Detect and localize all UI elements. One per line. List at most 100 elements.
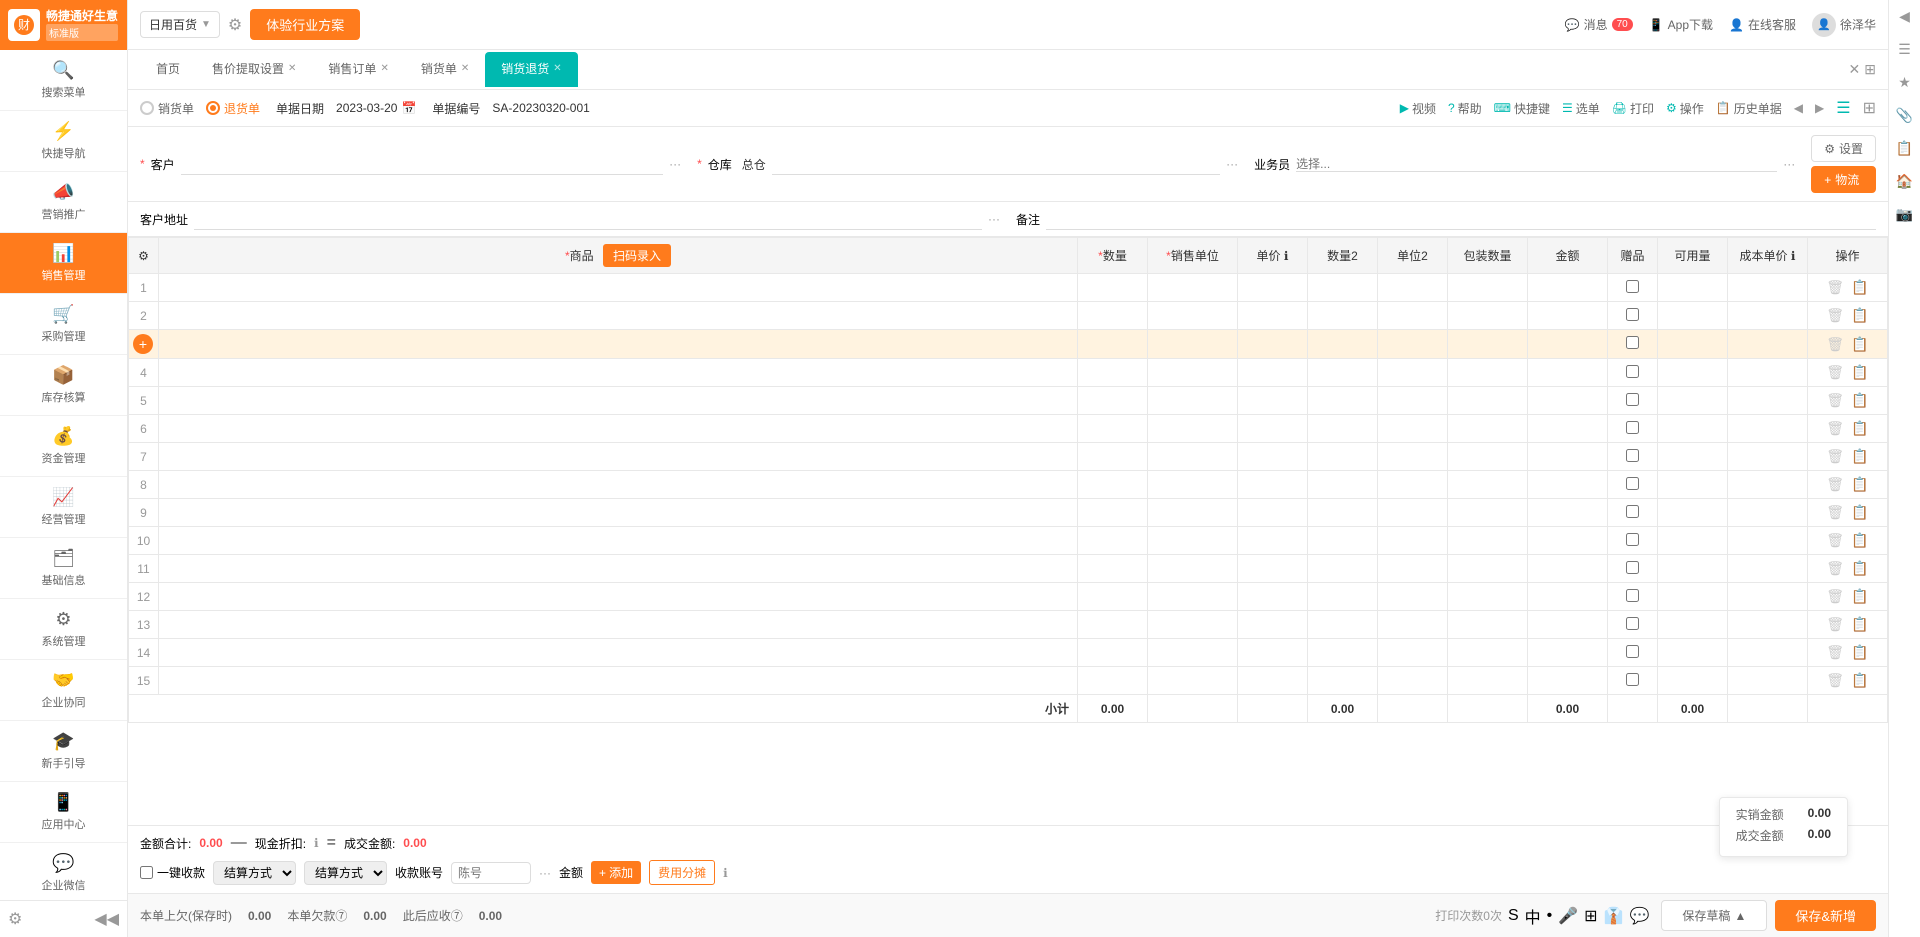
available-cell-2[interactable]: [1658, 302, 1728, 330]
cost-price-cell-5[interactable]: [1728, 387, 1808, 415]
sidebar-item-12[interactable]: 📱应用中心: [0, 782, 127, 843]
quantity-cell-12[interactable]: [1078, 583, 1148, 611]
pack-qty-cell-12[interactable]: [1448, 583, 1528, 611]
available-cell-10[interactable]: [1658, 527, 1728, 555]
gift-checkbox-2[interactable]: [1626, 308, 1639, 321]
copy-icon-9[interactable]: 📋: [1851, 504, 1868, 520]
delete-icon-13[interactable]: 🗑: [1826, 616, 1844, 632]
product-cell-9[interactable]: [159, 499, 1078, 527]
cost-price-cell-1[interactable]: [1728, 274, 1808, 302]
available-cell-15[interactable]: [1658, 667, 1728, 695]
product-cell-7[interactable]: [159, 443, 1078, 471]
gift-checkbox-12[interactable]: [1626, 589, 1639, 602]
unit2-cell-8[interactable]: [1378, 471, 1448, 499]
sidebar-item-8[interactable]: 🗂基础信息: [0, 538, 127, 599]
warehouse-dots[interactable]: ···: [1226, 157, 1238, 171]
cost-price-cell-2[interactable]: [1728, 302, 1808, 330]
quantity-cell-9[interactable]: [1078, 499, 1148, 527]
sidebar-item-2[interactable]: 📣营销推广: [0, 172, 127, 233]
quantity2-cell-1[interactable]: [1308, 274, 1378, 302]
sale-unit-cell-6[interactable]: [1148, 415, 1238, 443]
tab-close-4[interactable]: ✕: [553, 63, 561, 74]
unit2-cell-15[interactable]: [1378, 667, 1448, 695]
gift-cell-3[interactable]: [1608, 330, 1658, 359]
sale-unit-cell-10[interactable]: [1148, 527, 1238, 555]
available-cell-1[interactable]: [1658, 274, 1728, 302]
unit2-cell-5[interactable]: [1378, 387, 1448, 415]
product-cell-4[interactable]: [159, 359, 1078, 387]
unit2-cell-12[interactable]: [1378, 583, 1448, 611]
product-cell-5[interactable]: [159, 387, 1078, 415]
tab-4[interactable]: 销货退货✕: [485, 52, 577, 87]
sidebar-item-3[interactable]: 📊销售管理: [0, 233, 127, 294]
sale-unit-cell-4[interactable]: [1148, 359, 1238, 387]
gift-cell-15[interactable]: [1608, 667, 1658, 695]
quantity-cell-11[interactable]: [1078, 555, 1148, 583]
cost-price-cell-4[interactable]: [1728, 359, 1808, 387]
gift-checkbox-14[interactable]: [1626, 645, 1639, 658]
quantity2-cell-9[interactable]: [1308, 499, 1378, 527]
quantity2-cell-12[interactable]: [1308, 583, 1378, 611]
gift-checkbox-1[interactable]: [1626, 280, 1639, 293]
cost-price-cell-15[interactable]: [1728, 667, 1808, 695]
product-cell-6[interactable]: [159, 415, 1078, 443]
quantity-cell-1[interactable]: [1078, 274, 1148, 302]
amount-cell-15[interactable]: [1528, 667, 1608, 695]
quantity2-cell-14[interactable]: [1308, 639, 1378, 667]
product-cell-12[interactable]: [159, 583, 1078, 611]
calendar-icon[interactable]: 📅: [401, 101, 416, 115]
available-cell-6[interactable]: [1658, 415, 1728, 443]
sale-unit-cell-1[interactable]: [1148, 274, 1238, 302]
delete-icon-2[interactable]: 🗑: [1826, 307, 1844, 323]
gift-checkbox-3[interactable]: [1626, 336, 1639, 349]
tab-close-3[interactable]: ✕: [461, 63, 469, 74]
delete-icon-4[interactable]: 🗑: [1826, 364, 1844, 380]
amount-cell-10[interactable]: [1528, 527, 1608, 555]
pack-qty-cell-5[interactable]: [1448, 387, 1528, 415]
delete-icon-12[interactable]: 🗑: [1826, 588, 1844, 604]
quantity2-cell-13[interactable]: [1308, 611, 1378, 639]
quantity2-cell-15[interactable]: [1308, 667, 1378, 695]
gift-cell-8[interactable]: [1608, 471, 1658, 499]
pack-qty-cell-1[interactable]: [1448, 274, 1528, 302]
unit-price-cell-6[interactable]: [1238, 415, 1308, 443]
gift-checkbox-8[interactable]: [1626, 477, 1639, 490]
amount-cell-8[interactable]: [1528, 471, 1608, 499]
sidebar-item-5[interactable]: 📦库存核算: [0, 355, 127, 416]
amount-cell-7[interactable]: [1528, 443, 1608, 471]
sidebar-collapse-icon[interactable]: ◀◀: [94, 909, 119, 929]
delete-icon-11[interactable]: 🗑: [1826, 560, 1844, 576]
online-service-btn[interactable]: 👤 在线客服: [1729, 16, 1796, 33]
unit-price-cell-12[interactable]: [1238, 583, 1308, 611]
right-panel-icon-5[interactable]: 📋: [1896, 140, 1913, 157]
fee-split-btn[interactable]: 费用分摊: [649, 860, 715, 885]
gift-checkbox-13[interactable]: [1626, 617, 1639, 630]
unit-price-cell-7[interactable]: [1238, 443, 1308, 471]
right-panel-icon-4[interactable]: 📎: [1896, 107, 1913, 124]
quantity2-cell-4[interactable]: [1308, 359, 1378, 387]
quantity-cell-15[interactable]: [1078, 667, 1148, 695]
shortcut-action[interactable]: ⌨ 快捷键: [1494, 100, 1550, 117]
scan-btn[interactable]: 扫码录入: [603, 244, 671, 267]
gift-cell-13[interactable]: [1608, 611, 1658, 639]
account-input[interactable]: [451, 862, 531, 884]
copy-icon-1[interactable]: 📋: [1851, 279, 1868, 295]
product-cell-14[interactable]: [159, 639, 1078, 667]
pack-qty-cell-13[interactable]: [1448, 611, 1528, 639]
delete-icon-14[interactable]: 🗑: [1826, 644, 1844, 660]
delete-icon-7[interactable]: 🗑: [1826, 448, 1844, 464]
tool-icon-5[interactable]: ⊞: [1584, 906, 1597, 926]
delete-icon-5[interactable]: 🗑: [1826, 392, 1844, 408]
copy-icon-12[interactable]: 📋: [1851, 588, 1868, 604]
cost-price-cell-6[interactable]: [1728, 415, 1808, 443]
cost-price-cell-8[interactable]: [1728, 471, 1808, 499]
tool-icon-2[interactable]: 中: [1525, 904, 1541, 928]
cost-price-cell-7[interactable]: [1728, 443, 1808, 471]
radio-sale[interactable]: 销货单: [140, 100, 194, 117]
one-click-payment[interactable]: 一键收款: [140, 864, 205, 881]
unit-price-cell-4[interactable]: [1238, 359, 1308, 387]
cost-price-cell-3[interactable]: [1728, 330, 1808, 359]
staff-input[interactable]: [1296, 157, 1777, 172]
pack-qty-cell-7[interactable]: [1448, 443, 1528, 471]
sidebar-item-7[interactable]: 📈经营管理: [0, 477, 127, 538]
